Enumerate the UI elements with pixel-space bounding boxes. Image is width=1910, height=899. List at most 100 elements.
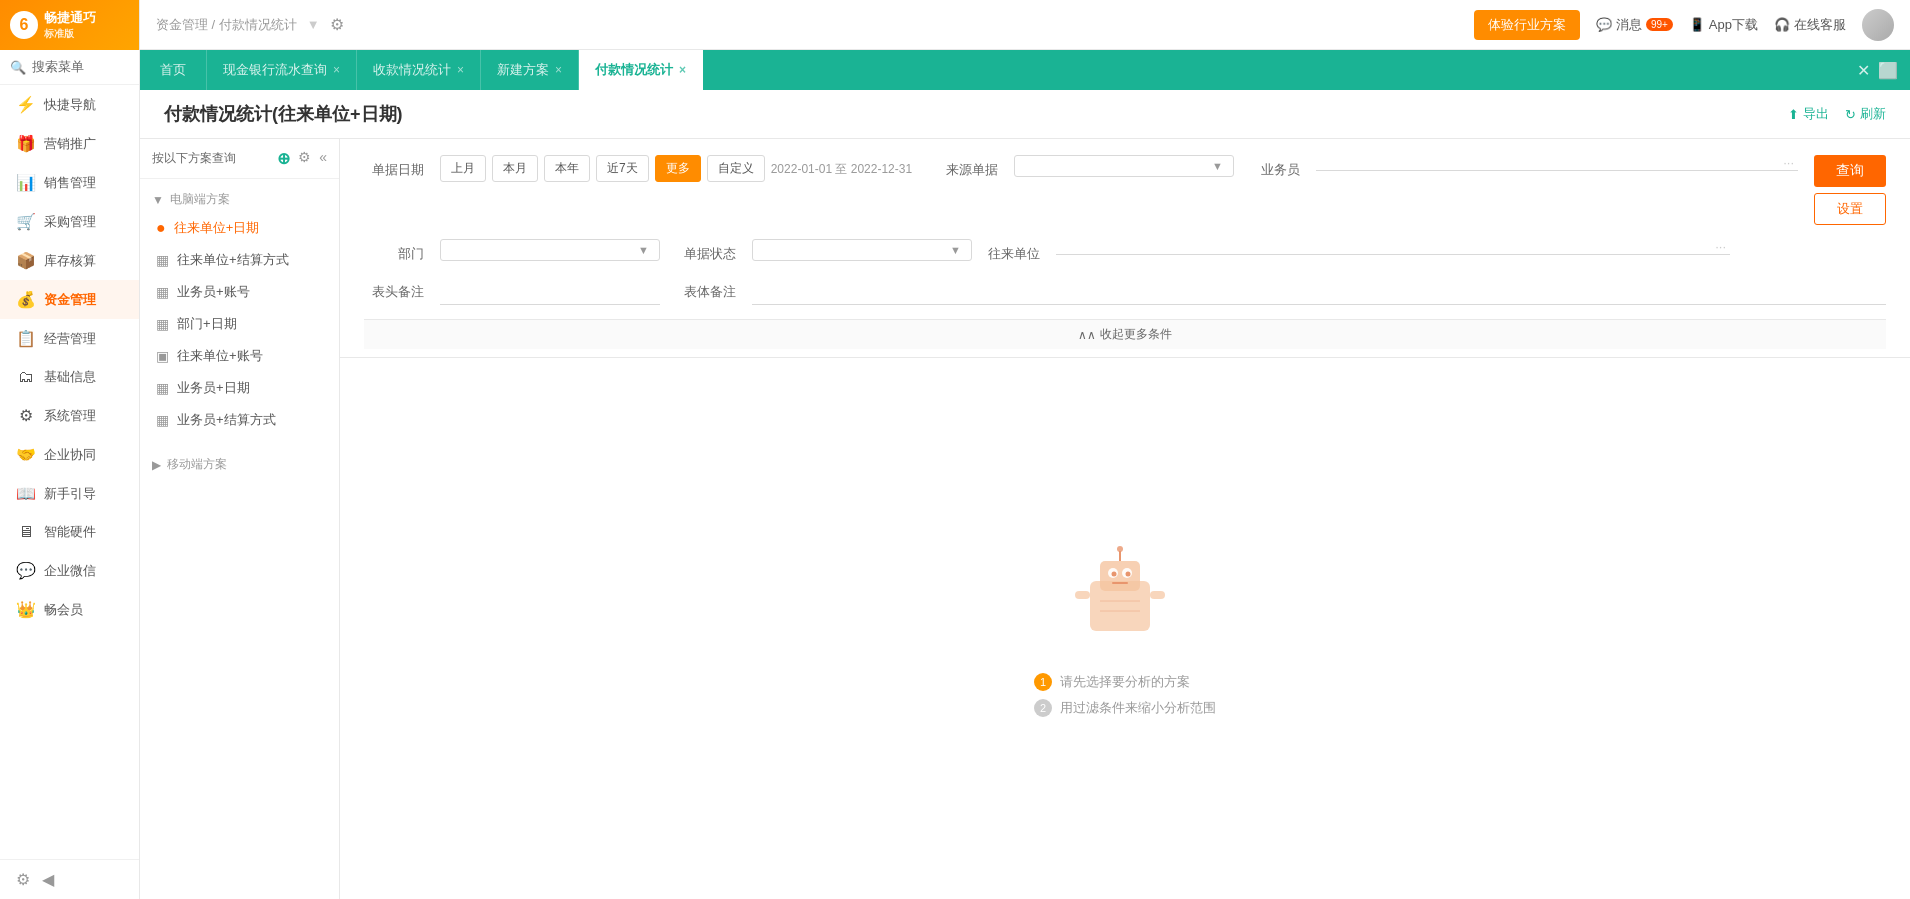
plan-staff-date[interactable]: ▦ 业务员+日期 xyxy=(140,372,339,404)
logo-text-group: 畅捷通巧 标准版 xyxy=(44,9,96,41)
date-this-year-btn[interactable]: 本年 xyxy=(544,155,590,182)
date-last-month-btn[interactable]: 上月 xyxy=(440,155,486,182)
dept-chevron-icon: ▼ xyxy=(638,244,649,256)
mobile-collapse-icon[interactable]: ▶ xyxy=(152,458,161,472)
query-btn[interactable]: 查询 xyxy=(1814,155,1886,187)
refresh-btn[interactable]: ↻ 刷新 xyxy=(1845,105,1886,123)
mobile-section-label: 移动端方案 xyxy=(167,456,227,473)
search-menu[interactable]: 🔍 搜索菜单 xyxy=(0,50,139,85)
plan-staff-settle[interactable]: ▦ 业务员+结算方式 xyxy=(140,404,339,436)
online-service-btn[interactable]: 🎧 在线客服 xyxy=(1774,16,1846,34)
desktop-collapse-icon[interactable]: ▼ xyxy=(152,193,164,207)
guide-icon: 📖 xyxy=(16,484,36,503)
sidebar-item-marketing[interactable]: 🎁 营销推广 xyxy=(0,124,139,163)
tab-payment-stat-close[interactable]: × xyxy=(679,63,686,77)
sidebar-item-base-info[interactable]: 🗂 基础信息 xyxy=(0,358,139,396)
plan-unit-date-label: 往来单位+日期 xyxy=(174,219,260,237)
sidebar-item-vip[interactable]: 👑 畅会员 xyxy=(0,590,139,629)
sidebar-item-sys-mgmt[interactable]: ⚙ 系统管理 xyxy=(0,396,139,435)
sidebar-item-smart-hw[interactable]: 🖥 智能硬件 xyxy=(0,513,139,551)
app-download-btn[interactable]: 📱 App下载 xyxy=(1689,16,1758,34)
topbar-breadcrumb: 资金管理 / 付款情况统计 xyxy=(156,16,297,34)
sidebar-item-inventory[interactable]: 📦 库存核算 xyxy=(0,241,139,280)
sidebar-item-collab-label: 企业协同 xyxy=(44,446,96,464)
left-panel-settings-icon[interactable]: ⚙ xyxy=(298,149,311,168)
export-label: 导出 xyxy=(1803,105,1829,123)
tabbar-right: ✕ ⬜ xyxy=(1845,50,1910,90)
message-btn[interactable]: 💬 消息 99+ xyxy=(1596,16,1673,34)
plan-unit-settle[interactable]: ▦ 往来单位+结算方式 xyxy=(140,244,339,276)
tab-new-plan-close[interactable]: × xyxy=(555,63,562,77)
date-7days-btn[interactable]: 近7天 xyxy=(596,155,649,182)
date-this-month-btn[interactable]: 本月 xyxy=(492,155,538,182)
doc-status-select[interactable]: ▼ xyxy=(752,239,972,261)
source-chevron-icon: ▼ xyxy=(1212,160,1223,172)
tip-num-1: 1 xyxy=(1034,673,1052,691)
collapse-more-btn[interactable]: ∧∧ 收起更多条件 xyxy=(1062,320,1188,349)
sidebar-item-guide[interactable]: 📖 新手引导 xyxy=(0,474,139,513)
sidebar-item-quick-nav[interactable]: ⚡ 快捷导航 xyxy=(0,85,139,124)
marketing-icon: 🎁 xyxy=(16,134,36,153)
sidebar-item-operations-label: 经营管理 xyxy=(44,330,96,348)
sidebar-item-finance[interactable]: 💰 资金管理 xyxy=(0,280,139,319)
date-custom-btn[interactable]: 自定义 xyxy=(707,155,765,182)
dept-select[interactable]: ▼ xyxy=(440,239,660,261)
sidebar-item-operations[interactable]: 📋 经营管理 xyxy=(0,319,139,358)
source-select[interactable]: ▼ xyxy=(1014,155,1234,177)
sidebar-collapse-icon[interactable]: ◀ xyxy=(42,870,54,889)
date-range-display: 2022-01-01 至 2022-12-31 xyxy=(771,159,912,178)
tab-bank-flow-close[interactable]: × xyxy=(333,63,340,77)
tabbar-close-icon[interactable]: ✕ xyxy=(1857,61,1870,80)
plan-dept-date-label: 部门+日期 xyxy=(177,315,237,333)
user-avatar[interactable] xyxy=(1862,9,1894,41)
filter-row-3: 表头备注 表体备注 xyxy=(364,277,1886,305)
partner-filter-label: 往来单位 xyxy=(988,239,1040,263)
collab-icon: 🤝 xyxy=(16,445,36,464)
finance-icon: 💰 xyxy=(16,290,36,309)
sidebar-item-sales[interactable]: 📊 销售管理 xyxy=(0,163,139,202)
tab-bank-flow[interactable]: 现金银行流水查询 × xyxy=(207,50,357,90)
tab-new-plan-label: 新建方案 xyxy=(497,61,549,79)
trial-btn[interactable]: 体验行业方案 xyxy=(1474,10,1580,40)
empty-tips: 1 请先选择要分析的方案 2 用过滤条件来缩小分析范围 xyxy=(1034,673,1216,717)
tab-home[interactable]: 首页 xyxy=(140,50,207,90)
sidebar-item-purchase[interactable]: 🛒 采购管理 xyxy=(0,202,139,241)
date-more-btn[interactable]: 更多 xyxy=(655,155,701,182)
tab-home-label: 首页 xyxy=(160,61,186,79)
tab-income-stat-close[interactable]: × xyxy=(457,63,464,77)
tab-new-plan[interactable]: 新建方案 × xyxy=(481,50,579,90)
tab-payment-stat-label: 付款情况统计 xyxy=(595,61,673,79)
empty-tip-2: 2 用过滤条件来缩小分析范围 xyxy=(1034,699,1216,717)
sidebar-item-weixin[interactable]: 💬 企业微信 xyxy=(0,551,139,590)
plan-staff-acct[interactable]: ▦ 业务员+账号 xyxy=(140,276,339,308)
plan-staff-acct-icon: ▦ xyxy=(156,284,169,300)
plan-dept-date[interactable]: ▦ 部门+日期 xyxy=(140,308,339,340)
sidebar-item-marketing-label: 营销推广 xyxy=(44,135,96,153)
tab-income-stat[interactable]: 收款情况统计 × xyxy=(357,50,481,90)
sidebar-settings-icon[interactable]: ⚙ xyxy=(16,870,30,889)
filter-query-actions: 查询 设置 xyxy=(1814,155,1886,225)
sidebar-item-collab[interactable]: 🤝 企业协同 xyxy=(0,435,139,474)
left-panel-add-icon[interactable]: ⊕ xyxy=(277,149,290,168)
body-remark-label: 表体备注 xyxy=(676,277,736,301)
sys-mgmt-icon: ⚙ xyxy=(16,406,36,425)
plan-unit-settle-icon: ▦ xyxy=(156,252,169,268)
plan-unit-date[interactable]: ● 往来单位+日期 xyxy=(140,212,339,244)
tab-payment-stat[interactable]: 付款情况统计 × xyxy=(579,50,703,90)
topbar-chevron-icon: ▼ xyxy=(307,17,320,32)
empty-illustration xyxy=(1065,541,1185,661)
sidebar-item-finance-label: 资金管理 xyxy=(44,291,96,309)
tip-text-2: 用过滤条件来缩小分析范围 xyxy=(1060,699,1216,717)
settings-btn[interactable]: 设置 xyxy=(1814,193,1886,225)
export-btn[interactable]: ⬆ 导出 xyxy=(1788,105,1829,123)
sidebar-logo: 6 畅捷通巧 标准版 xyxy=(0,0,139,50)
plan-unit-date-icon: ● xyxy=(156,219,166,237)
left-panel-collapse-icon[interactable]: « xyxy=(319,149,327,168)
left-panel-header-label: 按以下方案查询 xyxy=(152,150,236,167)
date-filter-controls: 上月 本月 本年 近7天 更多 自定义 2022-01-01 至 2022-12… xyxy=(440,155,922,182)
plan-staff-date-icon: ▦ xyxy=(156,380,169,396)
plan-dept-date-icon: ▦ xyxy=(156,316,169,332)
tabbar-expand-icon[interactable]: ⬜ xyxy=(1878,61,1898,80)
topbar-settings-icon[interactable]: ⚙ xyxy=(330,15,344,34)
plan-unit-acct[interactable]: ▣ 往来单位+账号 xyxy=(140,340,339,372)
